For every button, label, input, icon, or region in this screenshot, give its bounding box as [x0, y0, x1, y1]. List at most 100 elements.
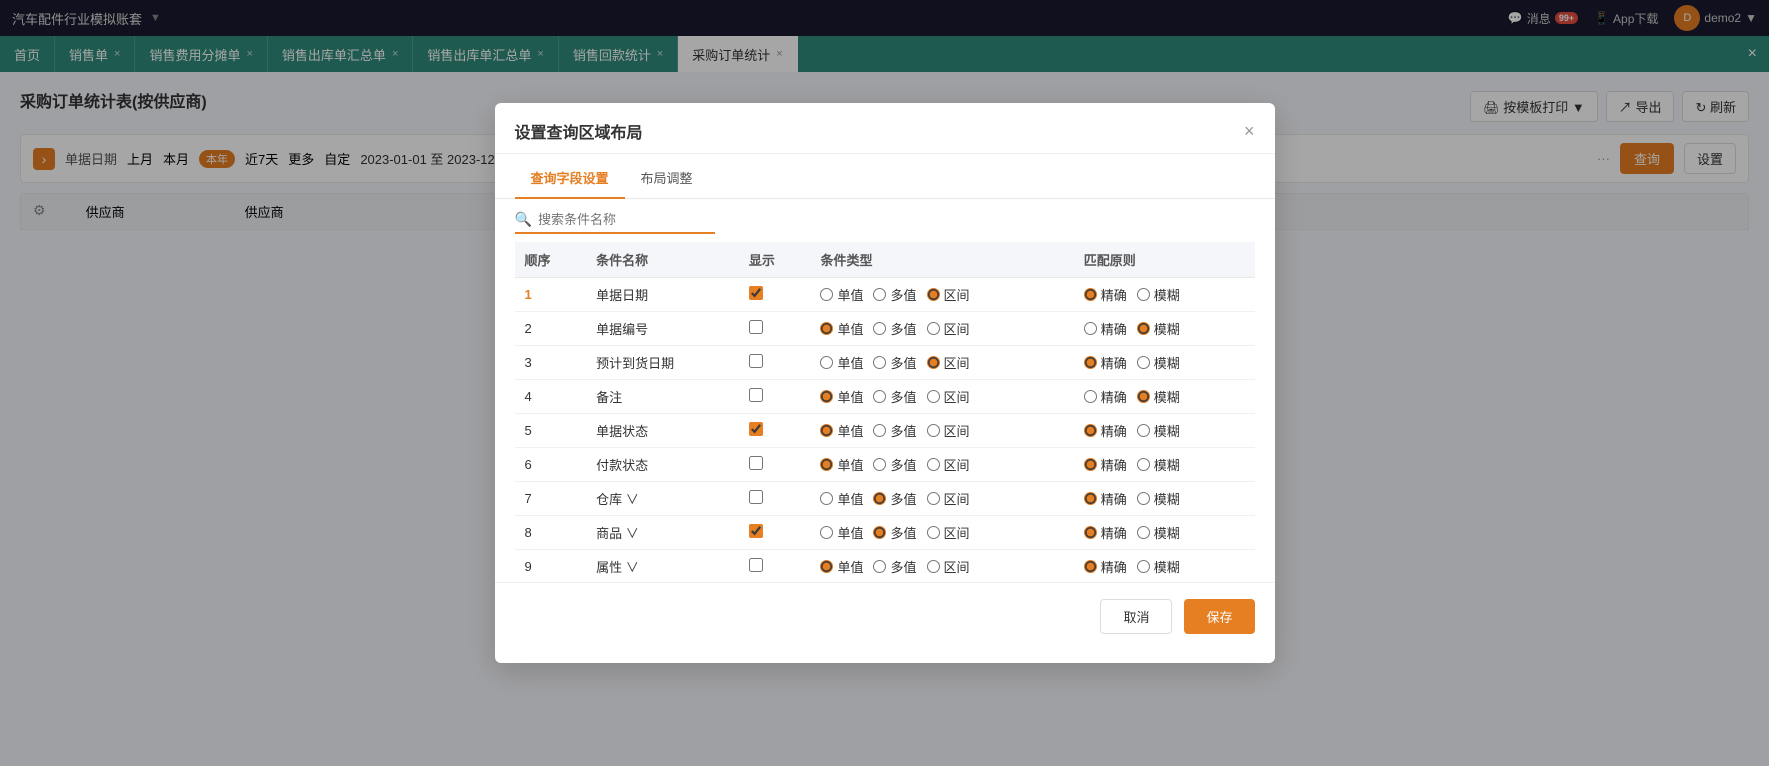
- display-checkbox[interactable]: [749, 490, 763, 504]
- radio-range[interactable]: [927, 424, 940, 437]
- table-header-row: 顺序 条件名称 显示 条件类型 匹配原则: [515, 242, 1255, 278]
- display-checkbox[interactable]: [749, 422, 763, 436]
- radio-range-label: 区间: [944, 455, 970, 474]
- radio-fuzzy[interactable]: [1137, 356, 1150, 369]
- radio-fuzzy[interactable]: [1137, 390, 1150, 403]
- radio-exact[interactable]: [1084, 356, 1097, 369]
- col-header-seq: 顺序: [515, 242, 587, 278]
- radio-fuzzy[interactable]: [1137, 424, 1150, 437]
- display-checkbox[interactable]: [749, 320, 763, 334]
- radio-multi-label: 多值: [890, 489, 916, 508]
- radio-fuzzy-label: 模糊: [1154, 353, 1180, 372]
- search-icon: 🔍: [515, 211, 532, 228]
- radio-range[interactable]: [927, 390, 940, 403]
- radio-exact[interactable]: [1084, 322, 1097, 335]
- cell-type: 单值 多值 区间: [810, 414, 1073, 448]
- display-checkbox[interactable]: [749, 354, 763, 368]
- radio-exact[interactable]: [1084, 390, 1097, 403]
- cell-match: 精确 模糊: [1074, 448, 1255, 482]
- cell-name: 单据日期: [586, 278, 739, 312]
- cell-display: [739, 516, 811, 550]
- table-row: 9属性 ∨ 单值 多值 区间 精确: [515, 550, 1255, 583]
- table-row: 3预计到货日期 单值 多值 区间 精确: [515, 346, 1255, 380]
- radio-single[interactable]: [820, 458, 833, 471]
- modal-tab-query-fields[interactable]: 查询字段设置: [515, 158, 625, 199]
- modal-header: 设置查询区域布局 ×: [495, 103, 1275, 154]
- save-button[interactable]: 保存: [1184, 599, 1254, 634]
- radio-fuzzy[interactable]: [1137, 288, 1150, 301]
- modal-tab-layout[interactable]: 布局调整: [625, 158, 709, 199]
- radio-multi[interactable]: [873, 492, 886, 505]
- table-row: 1单据日期 单值 多值 区间 精确: [515, 278, 1255, 312]
- radio-single[interactable]: [820, 492, 833, 505]
- display-checkbox[interactable]: [749, 524, 763, 538]
- display-checkbox[interactable]: [749, 388, 763, 402]
- cell-match: 精确 模糊: [1074, 550, 1255, 583]
- search-input-wrap: 🔍: [515, 211, 715, 234]
- radio-exact[interactable]: [1084, 560, 1097, 573]
- radio-exact-label: 精确: [1101, 353, 1127, 372]
- modal-close-button[interactable]: ×: [1244, 122, 1255, 140]
- radio-single-label: 单值: [837, 285, 863, 304]
- table-row: 4备注 单值 多值 区间 精确: [515, 380, 1255, 414]
- radio-fuzzy[interactable]: [1137, 492, 1150, 505]
- radio-single[interactable]: [820, 356, 833, 369]
- radio-exact-label: 精确: [1101, 455, 1127, 474]
- radio-exact-label: 精确: [1101, 387, 1127, 406]
- radio-single-label: 单值: [837, 557, 863, 576]
- radio-fuzzy[interactable]: [1137, 322, 1150, 335]
- radio-range[interactable]: [927, 322, 940, 335]
- radio-multi-label: 多值: [890, 421, 916, 440]
- radio-range-label: 区间: [944, 353, 970, 372]
- display-checkbox[interactable]: [749, 286, 763, 300]
- modal-search-bar: 🔍: [495, 199, 1275, 242]
- radio-single-label: 单值: [837, 319, 863, 338]
- radio-range[interactable]: [927, 526, 940, 539]
- radio-single[interactable]: [820, 424, 833, 437]
- radio-range[interactable]: [927, 458, 940, 471]
- cell-seq: 1: [515, 278, 587, 312]
- radio-exact[interactable]: [1084, 458, 1097, 471]
- radio-fuzzy[interactable]: [1137, 458, 1150, 471]
- cell-seq: 6: [515, 448, 587, 482]
- radio-single[interactable]: [820, 526, 833, 539]
- radio-multi[interactable]: [873, 288, 886, 301]
- radio-exact[interactable]: [1084, 526, 1097, 539]
- radio-fuzzy[interactable]: [1137, 560, 1150, 573]
- radio-range[interactable]: [927, 288, 940, 301]
- radio-multi[interactable]: [873, 322, 886, 335]
- radio-exact[interactable]: [1084, 424, 1097, 437]
- radio-fuzzy-label: 模糊: [1154, 557, 1180, 576]
- radio-multi[interactable]: [873, 458, 886, 471]
- radio-single[interactable]: [820, 322, 833, 335]
- radio-single[interactable]: [820, 560, 833, 573]
- radio-multi[interactable]: [873, 356, 886, 369]
- radio-range[interactable]: [927, 492, 940, 505]
- radio-exact[interactable]: [1084, 288, 1097, 301]
- radio-multi[interactable]: [873, 424, 886, 437]
- cell-display: [739, 312, 811, 346]
- cell-match: 精确 模糊: [1074, 482, 1255, 516]
- search-input[interactable]: [538, 212, 698, 227]
- cancel-button[interactable]: 取消: [1100, 599, 1172, 634]
- radio-single[interactable]: [820, 390, 833, 403]
- radio-fuzzy-label: 模糊: [1154, 455, 1180, 474]
- radio-multi[interactable]: [873, 560, 886, 573]
- radio-fuzzy[interactable]: [1137, 526, 1150, 539]
- radio-fuzzy-label: 模糊: [1154, 387, 1180, 406]
- radio-multi[interactable]: [873, 526, 886, 539]
- radio-range-label: 区间: [944, 387, 970, 406]
- radio-range[interactable]: [927, 560, 940, 573]
- radio-multi-label: 多值: [890, 557, 916, 576]
- radio-multi-label: 多值: [890, 387, 916, 406]
- radio-single[interactable]: [820, 288, 833, 301]
- radio-multi[interactable]: [873, 390, 886, 403]
- display-checkbox[interactable]: [749, 558, 763, 572]
- radio-exact[interactable]: [1084, 492, 1097, 505]
- modal-table-wrap: 顺序 条件名称 显示 条件类型 匹配原则 1单据日期 单值: [495, 242, 1275, 582]
- radio-range[interactable]: [927, 356, 940, 369]
- modal-footer: 取消 保存: [495, 582, 1275, 650]
- display-checkbox[interactable]: [749, 456, 763, 470]
- cell-seq: 4: [515, 380, 587, 414]
- col-header-type: 条件类型: [810, 242, 1073, 278]
